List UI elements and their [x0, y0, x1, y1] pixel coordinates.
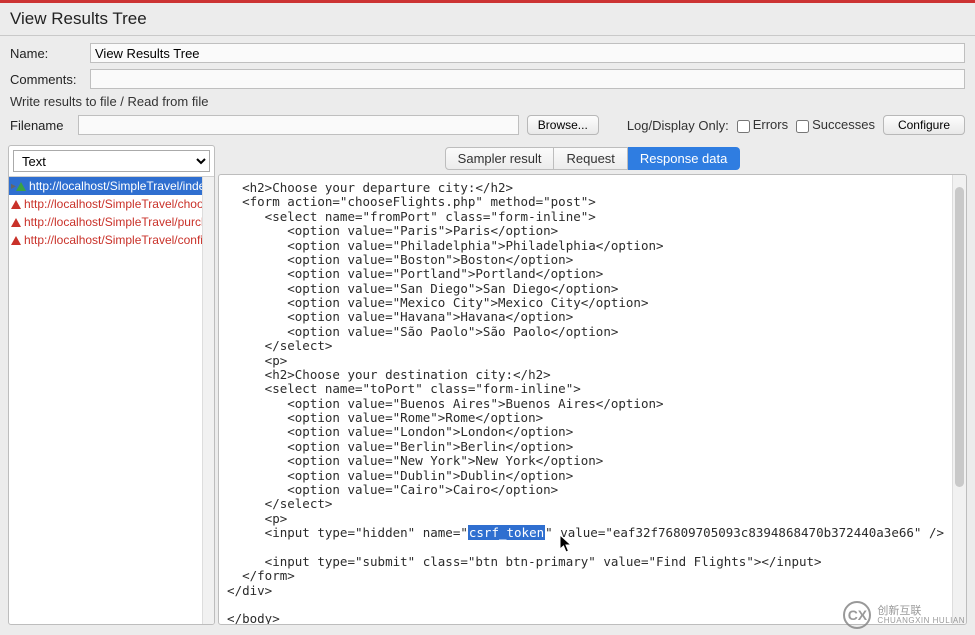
render-mode-select[interactable]: Text	[13, 150, 210, 172]
write-results-group-label: Write results to file / Read from file	[0, 92, 975, 111]
watermark-badge: CX	[843, 601, 871, 629]
name-input[interactable]	[90, 43, 965, 63]
page-title: View Results Tree	[0, 3, 975, 33]
tree-item-label: http://localhost/SimpleTravel/purchaseFl…	[24, 215, 202, 229]
comments-label: Comments:	[10, 72, 90, 87]
filename-label: Filename	[10, 118, 70, 133]
tree-item-label: http://localhost/SimpleTravel/chooseFlig…	[24, 197, 202, 211]
comments-input[interactable]	[90, 69, 965, 89]
tree-scrollbar[interactable]	[202, 177, 214, 624]
error-icon	[11, 236, 21, 245]
scrollbar-thumb[interactable]	[955, 187, 964, 487]
tab-request[interactable]: Request	[554, 147, 627, 170]
tree-item-label: http://localhost/SimpleTravel/confirmPur…	[24, 233, 202, 247]
tab-response-data[interactable]: Response data	[628, 147, 740, 170]
watermark: CX 创新互联 CHUANGXIN HULIAN	[843, 601, 965, 629]
log-display-label: Log/Display Only:	[627, 118, 729, 133]
response-pane: <h2>Choose your departure city:</h2> <fo…	[218, 174, 967, 625]
error-icon	[11, 218, 21, 227]
success-icon	[16, 182, 26, 191]
tree-item[interactable]: http://localhost/SimpleTravel/confirmPur…	[9, 231, 202, 249]
results-tree[interactable]: ▸http://localhost/SimpleTravel/index.php…	[9, 177, 202, 624]
tab-sampler-result[interactable]: Sampler result	[445, 147, 555, 170]
filename-input[interactable]	[78, 115, 519, 135]
successes-checkbox-label[interactable]: Successes	[796, 117, 875, 132]
response-text[interactable]: <h2>Choose your departure city:</h2> <fo…	[219, 175, 952, 624]
results-tree-panel: Text ▸http://localhost/SimpleTravel/inde…	[8, 145, 215, 625]
tree-item-label: http://localhost/SimpleTravel/index.php	[29, 179, 202, 193]
highlighted-text: csrf_token	[468, 525, 545, 540]
successes-checkbox[interactable]	[796, 120, 809, 133]
errors-checkbox-label[interactable]: Errors	[737, 117, 788, 132]
tree-item[interactable]: http://localhost/SimpleTravel/purchaseFl…	[9, 213, 202, 231]
response-scrollbar[interactable]	[952, 175, 966, 624]
configure-button[interactable]: Configure	[883, 115, 965, 135]
tree-item[interactable]: http://localhost/SimpleTravel/chooseFlig…	[9, 195, 202, 213]
error-icon	[11, 200, 21, 209]
tree-item[interactable]: ▸http://localhost/SimpleTravel/index.php	[9, 177, 202, 195]
name-label: Name:	[10, 46, 90, 61]
errors-checkbox[interactable]	[737, 120, 750, 133]
browse-button[interactable]: Browse...	[527, 115, 599, 135]
